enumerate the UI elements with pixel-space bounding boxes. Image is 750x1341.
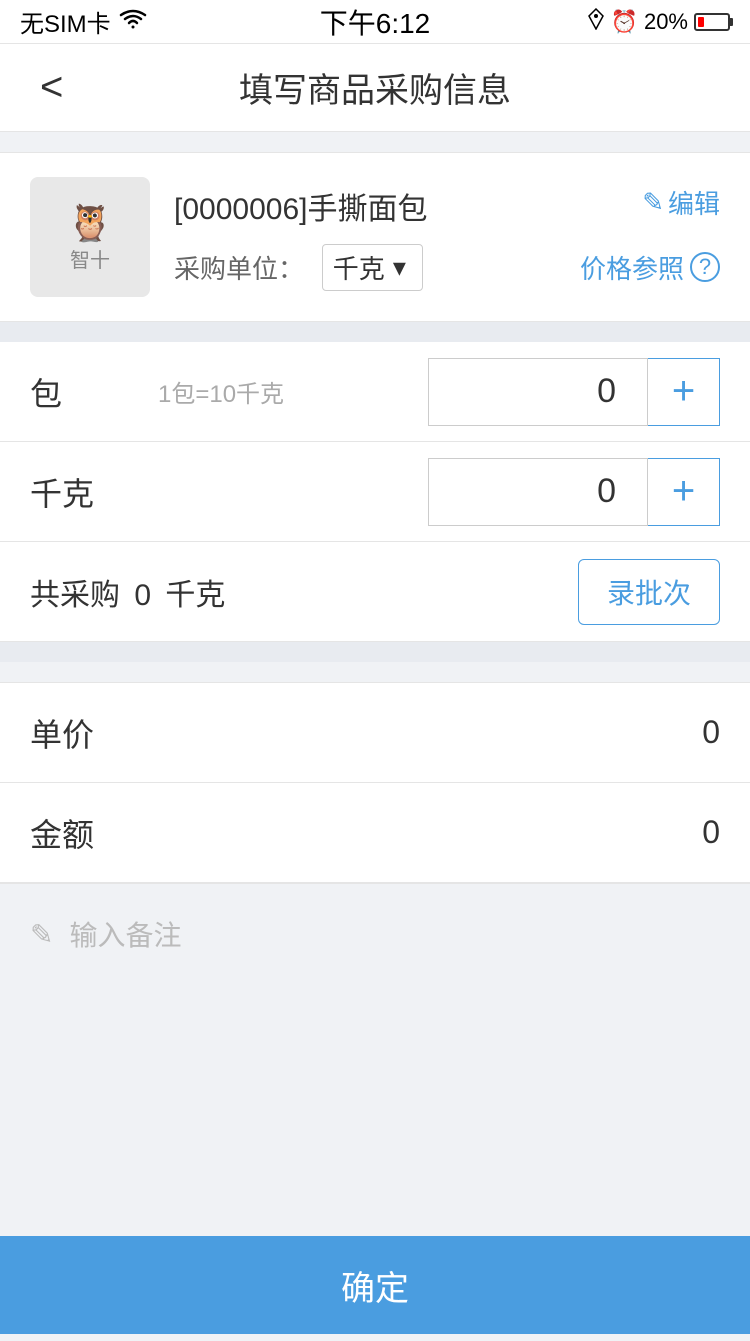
kg-input-row: 千克 + [0,442,750,542]
notes-placeholder: 输入备注 [69,914,181,954]
product-name-row: [0000006]手撕面包 ✎ 编辑 [174,184,720,228]
pencil-icon: ✎ [30,918,53,951]
input-section: 包 1包=10千克 + 千克 + 共采购 0 千克 录批次 [0,342,750,642]
summary-row: 共采购 0 千克 录批次 [0,542,750,642]
bag-input-right: + [428,358,720,426]
bag-input-row: 包 1包=10千克 + [0,342,750,442]
product-thumbnail: 🦉 智十 [30,177,150,297]
section-divider-2 [0,642,750,662]
nav-bar: < 填写商品采购信息 [0,44,750,132]
bag-plus-button[interactable]: + [648,358,720,426]
confirm-bar[interactable]: 确定 [0,1236,750,1334]
back-button[interactable]: < [30,55,73,120]
battery-icon [694,13,730,31]
confirm-button-label[interactable]: 确定 [341,1261,409,1310]
battery-fill [698,17,704,27]
batch-button[interactable]: 录批次 [578,559,720,625]
unit-price-value: 0 [702,714,720,751]
page-title: 填写商品采购信息 [239,63,511,112]
amount-value: 0 [702,814,720,851]
location-icon [587,8,605,36]
wifi-icon [119,8,147,36]
status-left: 无SIM卡 [20,4,147,39]
kg-label: 千克 [30,469,150,515]
alarm-icon: ⏰ [611,9,638,35]
unit-label: 采购单位： [174,254,304,284]
bag-sublabel: 1包=10千克 [158,374,284,409]
bag-quantity-input[interactable] [428,358,648,426]
carrier-text: 无SIM卡 [20,4,111,39]
status-bar: 无SIM卡 下午6:12 ⏰ 20% [0,0,750,44]
kg-input-right: + [428,458,720,526]
notes-input-area[interactable]: ✎ 输入备注 [30,914,720,954]
edit-link[interactable]: ✎ 编辑 [642,184,720,221]
summary-text: 共采购 0 千克 [30,570,225,614]
battery-text: 20% [644,9,688,35]
amount-row: 金额 0 [0,783,750,883]
product-info: [0000006]手撕面包 ✎ 编辑 采购单位： 千克 ▾ 价格参照 ? [174,184,720,291]
status-right: ⏰ 20% [587,8,730,36]
amount-label: 金额 [30,810,94,856]
edit-icon: ✎ [642,187,664,218]
kg-plus-button[interactable]: + [648,458,720,526]
bag-label: 包 [30,369,150,415]
unit-row: 采购单位： 千克 ▾ 价格参照 ? [174,244,720,291]
product-logo: 🦉 智十 [68,202,113,273]
price-ref-help-icon: ? [690,252,720,282]
unit-select-group: 采购单位： 千克 ▾ [174,244,423,291]
price-section: 单价 0 金额 0 [0,682,750,883]
chevron-down-icon: ▾ [393,252,406,283]
unit-price-row: 单价 0 [0,683,750,783]
product-name: [0000006]手撕面包 [174,184,427,228]
unit-dropdown[interactable]: 千克 ▾ [322,244,423,291]
section-divider-1 [0,322,750,342]
price-ref-link[interactable]: 价格参照 ? [580,249,720,286]
status-time: 下午6:12 [320,2,431,42]
unit-price-label: 单价 [30,710,94,756]
notes-section[interactable]: ✎ 输入备注 [0,883,750,1243]
product-card: 🦉 智十 [0000006]手撕面包 ✎ 编辑 采购单位： 千克 ▾ 价格参照 … [0,152,750,322]
kg-quantity-input[interactable] [428,458,648,526]
